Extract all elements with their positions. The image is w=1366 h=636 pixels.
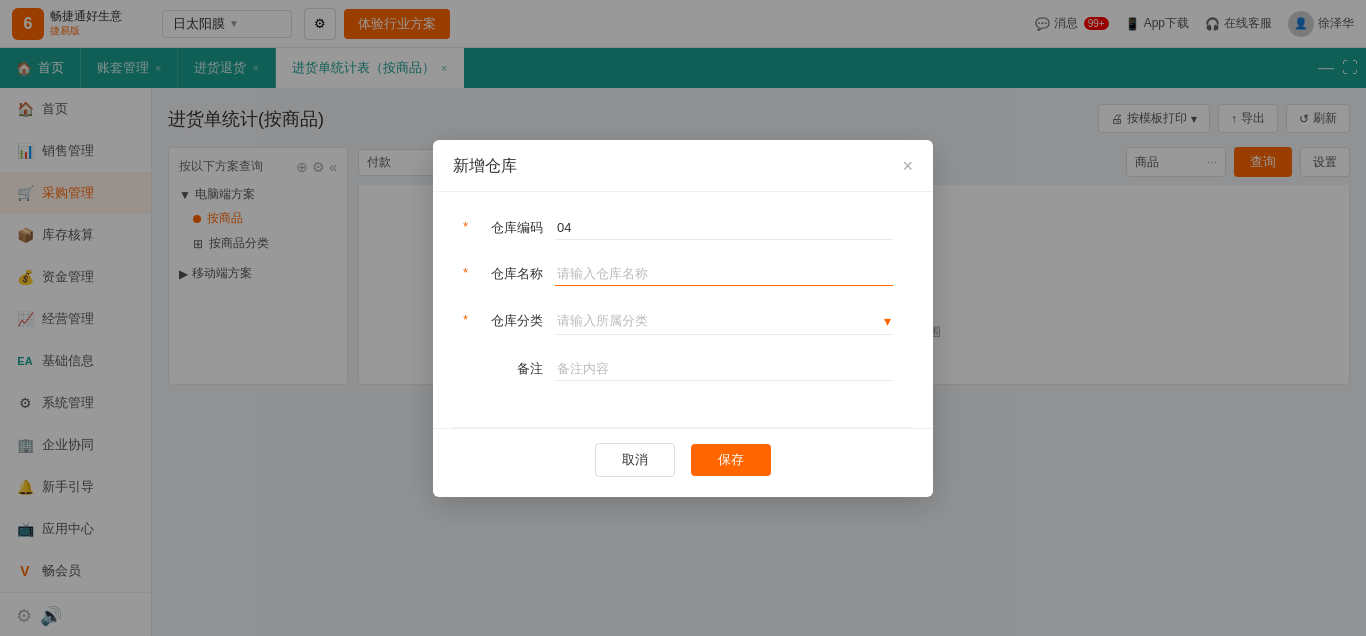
modal-header: 新增仓库 × [433, 140, 933, 192]
remark-input[interactable] [555, 357, 893, 381]
name-label: 仓库名称 [473, 265, 543, 283]
code-label: 仓库编码 [473, 219, 543, 237]
code-input[interactable] [555, 216, 893, 240]
category-label: 仓库分类 [473, 312, 543, 330]
modal-dialog: 新增仓库 × 仓库编码 仓库名称 仓库分类 请输入所属分类 ▾ [433, 140, 933, 497]
remark-label: 备注 [473, 360, 543, 378]
form-row-remark: 备注 [473, 357, 893, 381]
modal-overlay[interactable]: 新增仓库 × 仓库编码 仓库名称 仓库分类 请输入所属分类 ▾ [0, 0, 1366, 636]
form-row-name: 仓库名称 [473, 262, 893, 286]
modal-title: 新增仓库 [453, 156, 517, 177]
modal-close-button[interactable]: × [902, 156, 913, 177]
form-row-category: 仓库分类 请输入所属分类 ▾ [473, 308, 893, 335]
name-input[interactable] [555, 262, 893, 286]
modal-footer: 取消 保存 [433, 428, 933, 497]
modal-body: 仓库编码 仓库名称 仓库分类 请输入所属分类 ▾ 备注 [433, 192, 933, 427]
category-dropdown-icon: ▾ [884, 313, 891, 329]
category-select[interactable]: 请输入所属分类 ▾ [555, 308, 893, 335]
form-row-code: 仓库编码 [473, 216, 893, 240]
category-placeholder: 请输入所属分类 [557, 312, 648, 330]
cancel-button[interactable]: 取消 [595, 443, 675, 477]
save-button[interactable]: 保存 [691, 444, 771, 476]
